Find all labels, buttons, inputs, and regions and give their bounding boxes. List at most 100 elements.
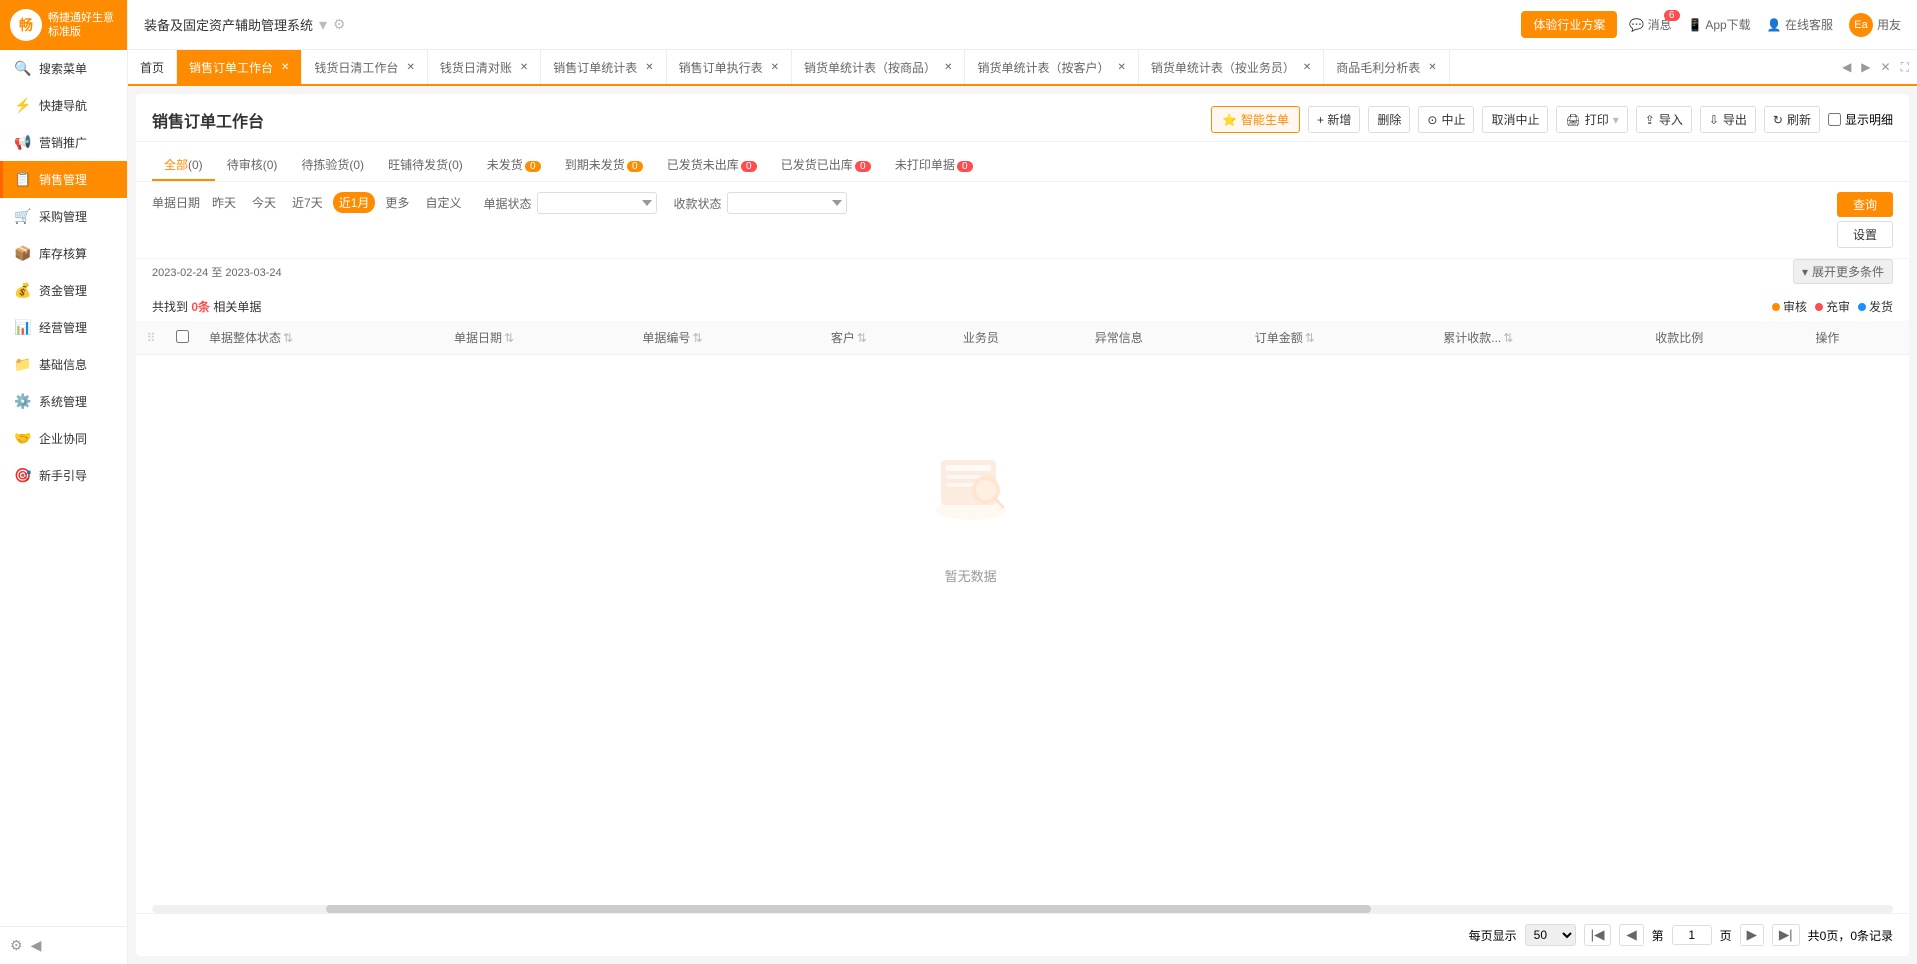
tab-close-all-button[interactable]: ✕ bbox=[1877, 58, 1895, 76]
sidebar-item-9[interactable]: ⚙️系统管理 bbox=[0, 383, 127, 420]
settings-gear-icon[interactable]: ⚙ bbox=[333, 16, 346, 33]
show-detail-toggle[interactable]: 显示明细 bbox=[1828, 111, 1893, 128]
collapse-icon[interactable]: ◀ bbox=[31, 937, 42, 954]
date-filter-btn-4[interactable]: 更多 bbox=[379, 192, 415, 213]
sidebar-item-8[interactable]: 📁基础信息 bbox=[0, 346, 127, 383]
sub-tab-0[interactable]: 全部(0) bbox=[152, 150, 215, 181]
page-size-select[interactable]: 50 20 100 bbox=[1525, 924, 1576, 946]
table-col-7[interactable]: 累计收款...⇅ bbox=[1433, 321, 1645, 355]
table-col-2[interactable]: 单据编号⇅ bbox=[632, 321, 820, 355]
tab-item-1[interactable]: 销售订单工作台✕ bbox=[177, 50, 302, 85]
tab-scroll-left-button[interactable]: ◀ bbox=[1838, 58, 1855, 76]
tab-item-3[interactable]: 钱货日清对账✕ bbox=[428, 50, 541, 85]
add-button[interactable]: + 新增 bbox=[1308, 106, 1360, 133]
top-header: 装备及固定资产辅助管理系统 ▾ ⚙ 体验行业方案 💬 6 消息 📱 App下载 … bbox=[128, 0, 1917, 50]
tab-close-8[interactable]: ✕ bbox=[1303, 62, 1311, 73]
status-select[interactable] bbox=[537, 192, 657, 214]
dropdown-arrow-icon[interactable]: ▾ bbox=[319, 15, 327, 35]
tab-maximize-button[interactable]: ⛶ bbox=[1897, 58, 1913, 77]
tab-close-4[interactable]: ✕ bbox=[645, 62, 653, 73]
tab-close-2[interactable]: ✕ bbox=[406, 62, 414, 73]
cancel-stop-button[interactable]: 取消中止 bbox=[1482, 106, 1548, 133]
sidebar-item-1[interactable]: ⚡快捷导航 bbox=[0, 87, 127, 124]
sub-tab-2[interactable]: 待拣验货(0) bbox=[289, 150, 376, 181]
settings-button[interactable]: 设置 bbox=[1837, 221, 1893, 248]
print-button[interactable]: 🖨 打印 ▾ bbox=[1556, 106, 1627, 133]
sidebar-item-10[interactable]: 🤝企业协同 bbox=[0, 420, 127, 457]
sub-tab-1[interactable]: 待审核(0) bbox=[215, 150, 290, 181]
table-checkbox-col[interactable] bbox=[166, 321, 199, 355]
horizontal-scrollbar[interactable] bbox=[152, 905, 1893, 913]
sidebar-item-0[interactable]: 🔍搜索菜单 bbox=[0, 50, 127, 87]
date-filter-btn-5[interactable]: 自定义 bbox=[419, 192, 467, 213]
payment-select[interactable] bbox=[727, 192, 847, 214]
date-filter-btn-3[interactable]: 近1月 bbox=[333, 192, 376, 213]
messages-button[interactable]: 💬 6 消息 bbox=[1629, 16, 1671, 33]
sidebar-item-7[interactable]: 📊经营管理 bbox=[0, 309, 127, 346]
next-page-button[interactable]: ▶ bbox=[1740, 924, 1764, 946]
approve-action-button[interactable]: 审核 bbox=[1772, 298, 1807, 315]
sub-tab-5[interactable]: 到期未发货0 bbox=[553, 150, 655, 181]
tab-item-5[interactable]: 销售订单执行表✕ bbox=[667, 50, 792, 85]
tab-bar: 首页销售订单工作台✕钱货日清工作台✕钱货日清对账✕销售订单统计表✕销售订单执行表… bbox=[128, 50, 1917, 86]
date-filter-btn-2[interactable]: 近7天 bbox=[286, 192, 329, 213]
ship-action-button[interactable]: 发货 bbox=[1858, 298, 1893, 315]
page-number-input[interactable] bbox=[1672, 925, 1712, 945]
stop-button[interactable]: ⊙ 中止 bbox=[1418, 106, 1474, 133]
query-button[interactable]: 查询 bbox=[1837, 192, 1893, 217]
status-filter: 单据状态 bbox=[483, 192, 657, 214]
export-button[interactable]: ⇩ 导出 bbox=[1700, 106, 1756, 133]
tab-close-6[interactable]: ✕ bbox=[944, 62, 952, 73]
table-col-0[interactable]: 单据整体状态⇅ bbox=[199, 321, 444, 355]
reject-action-button[interactable]: 充审 bbox=[1815, 298, 1850, 315]
tab-close-9[interactable]: ✕ bbox=[1428, 62, 1436, 73]
tab-item-7[interactable]: 销货单统计表（按客户）✕ bbox=[965, 50, 1138, 85]
sidebar-item-5[interactable]: 📦库存核算 bbox=[0, 235, 127, 272]
expand-conditions-button[interactable]: ▾ 展开更多条件 bbox=[1793, 259, 1893, 284]
sidebar-item-11[interactable]: 🎯新手引导 bbox=[0, 457, 127, 494]
refresh-button[interactable]: ↻ 刷新 bbox=[1764, 106, 1820, 133]
tab-item-4[interactable]: 销售订单统计表✕ bbox=[541, 50, 666, 85]
prev-page-button[interactable]: ◀ bbox=[1619, 924, 1643, 946]
tab-close-3[interactable]: ✕ bbox=[520, 62, 528, 73]
first-page-button[interactable]: |◀ bbox=[1584, 924, 1612, 946]
import-button[interactable]: ⇪ 导入 bbox=[1636, 106, 1692, 133]
logo-text: 畅捷通好生意 标准版 bbox=[48, 11, 114, 40]
sub-tab-6[interactable]: 已发货未出库0 bbox=[655, 150, 769, 181]
table-col-1[interactable]: 单据日期⇅ bbox=[444, 321, 632, 355]
sub-tab-4[interactable]: 未发货0 bbox=[475, 150, 553, 181]
date-filter-btn-0[interactable]: 昨天 bbox=[206, 192, 242, 213]
user-menu-button[interactable]: Ea 用友 bbox=[1849, 13, 1901, 37]
table-col-6[interactable]: 订单金额⇅ bbox=[1245, 321, 1433, 355]
show-detail-checkbox[interactable] bbox=[1828, 113, 1841, 126]
drag-handle-icon: ⠿ bbox=[147, 331, 156, 345]
sub-tab-3[interactable]: 旺铺待发货(0) bbox=[376, 150, 475, 181]
app-download-button[interactable]: 📱 App下载 bbox=[1688, 16, 1751, 33]
table-col-8: 收款比例 bbox=[1645, 321, 1805, 355]
tab-close-1[interactable]: ✕ bbox=[281, 62, 289, 73]
online-service-button[interactable]: 👤 在线客服 bbox=[1767, 16, 1833, 33]
delete-button[interactable]: 删除 bbox=[1368, 106, 1410, 133]
sidebar-item-2[interactable]: 📢营销推广 bbox=[0, 124, 127, 161]
tab-close-7[interactable]: ✕ bbox=[1117, 62, 1125, 73]
sub-tab-8[interactable]: 未打印单据0 bbox=[883, 150, 985, 181]
scroll-thumb[interactable] bbox=[326, 905, 1371, 913]
sidebar-item-4[interactable]: 🛒采购管理 bbox=[0, 198, 127, 235]
smart-create-button[interactable]: ⭐ 智能生单 bbox=[1211, 106, 1300, 133]
date-filter-btn-1[interactable]: 今天 bbox=[246, 192, 282, 213]
sidebar-item-3[interactable]: 📋销售管理 bbox=[0, 161, 127, 198]
tab-item-8[interactable]: 销货单统计表（按业务员）✕ bbox=[1139, 50, 1324, 85]
settings-icon[interactable]: ⚙ bbox=[10, 937, 23, 954]
tab-scroll-right-button[interactable]: ▶ bbox=[1857, 58, 1874, 76]
last-page-button[interactable]: ▶| bbox=[1772, 924, 1800, 946]
tab-item-6[interactable]: 销货单统计表（按商品）✕ bbox=[792, 50, 965, 85]
table-col-3[interactable]: 客户⇅ bbox=[821, 321, 953, 355]
tab-item-2[interactable]: 钱货日清工作台✕ bbox=[302, 50, 427, 85]
tab-close-5[interactable]: ✕ bbox=[771, 62, 779, 73]
solution-button[interactable]: 体验行业方案 bbox=[1521, 11, 1617, 38]
select-all-checkbox[interactable] bbox=[176, 330, 189, 343]
tab-item-0[interactable]: 首页 bbox=[128, 50, 177, 85]
sub-tab-7[interactable]: 已发货已出库0 bbox=[769, 150, 883, 181]
sidebar-item-6[interactable]: 💰资金管理 bbox=[0, 272, 127, 309]
tab-item-9[interactable]: 商品毛利分析表✕ bbox=[1324, 50, 1449, 85]
